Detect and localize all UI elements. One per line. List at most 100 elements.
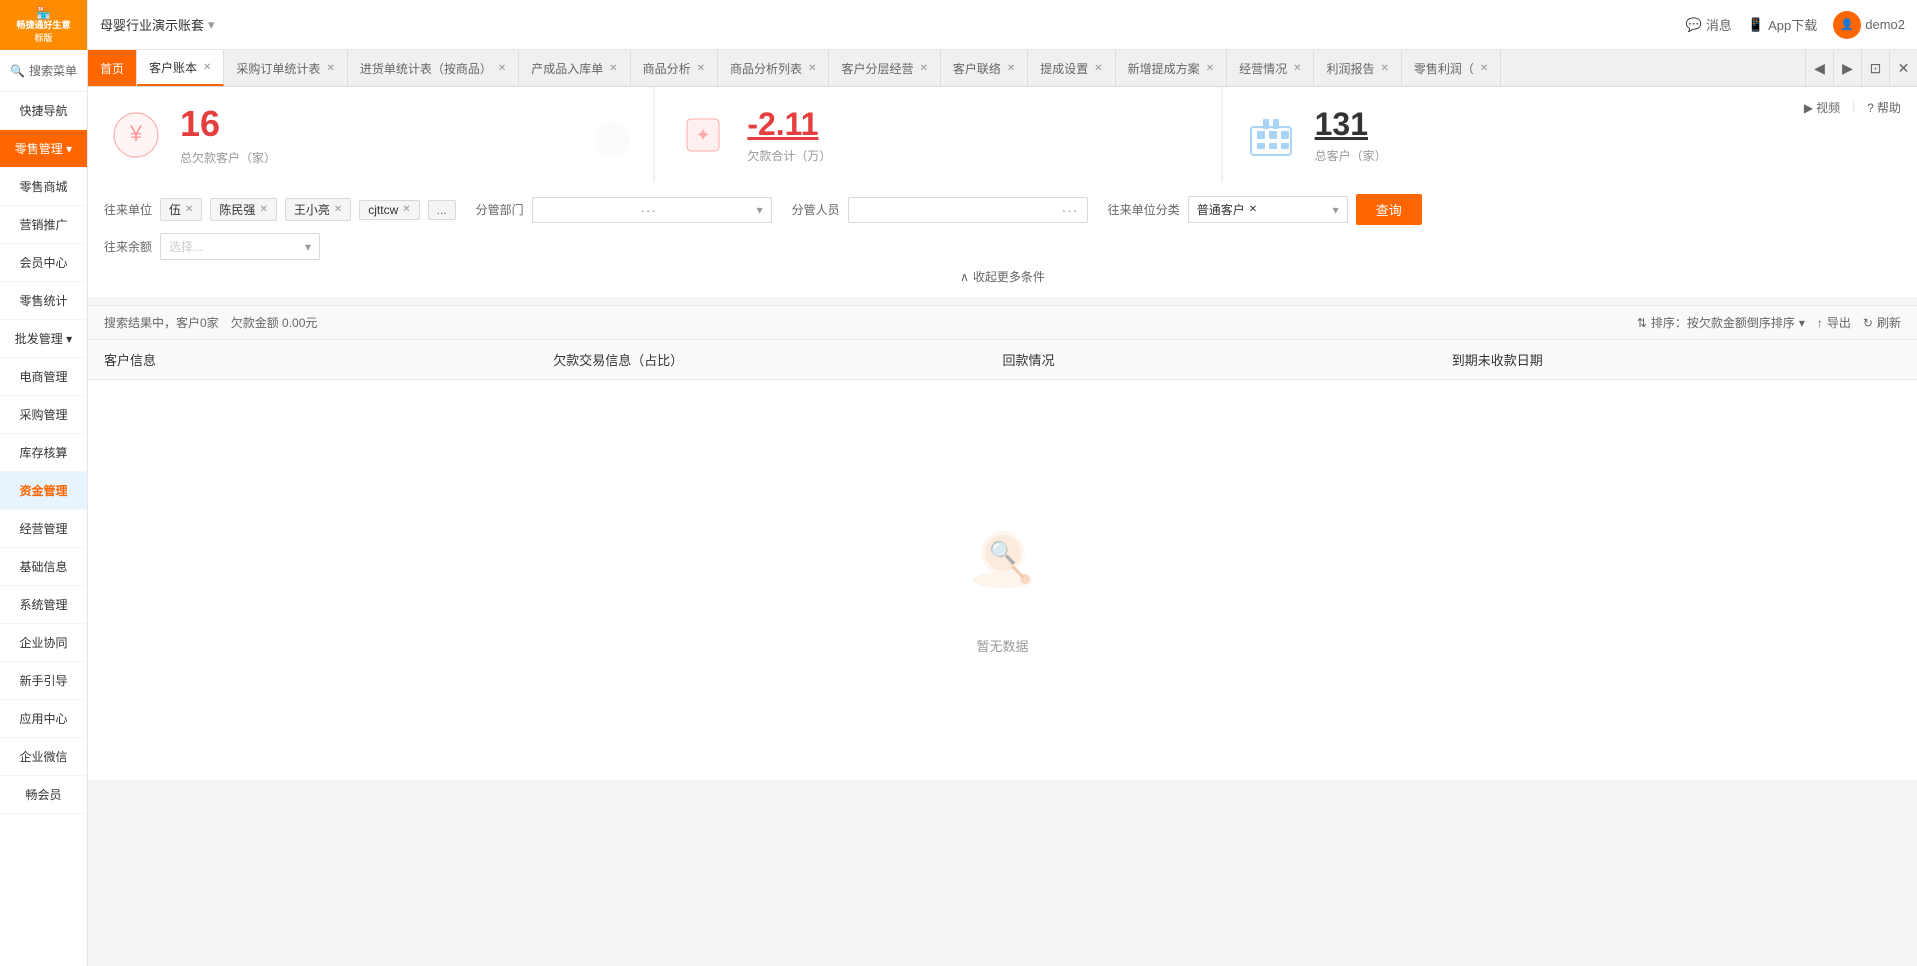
tab-profit-report-close[interactable]: ✕ — [1381, 63, 1389, 74]
sidebar-item-system[interactable]: 系统管理 — [0, 586, 87, 624]
tab-customer-segment-close[interactable]: ✕ — [919, 63, 927, 74]
category-tag-close[interactable]: ✕ — [1249, 204, 1257, 215]
tab-product-analysis[interactable]: 商品分析 ✕ — [631, 50, 718, 86]
help-link[interactable]: ? 帮助 — [1867, 99, 1901, 116]
collapse-button[interactable]: ∧ 收起更多条件 — [960, 268, 1045, 285]
tab-purchase-stats[interactable]: 进货单统计表（按商品） ✕ — [348, 50, 519, 86]
tab-customer-contact[interactable]: 客户联络 ✕ — [941, 50, 1028, 86]
search-button[interactable]: 查询 — [1356, 194, 1422, 225]
tab-product-inbound-close[interactable]: ✕ — [609, 63, 617, 74]
filter-tag-1-close[interactable]: ✕ — [185, 204, 193, 215]
tab-new-promotion[interactable]: 新增提成方案 ✕ — [1116, 50, 1227, 86]
filter-tag-2-close[interactable]: ✕ — [259, 204, 267, 215]
dept-select[interactable]: ··· ▾ — [532, 197, 772, 223]
sidebar-item-operations[interactable]: 经营管理 — [0, 510, 87, 548]
sidebar-item-wholesale[interactable]: 批发管理 ▾ — [0, 320, 87, 358]
tab-purchase-order-close[interactable]: ✕ — [326, 63, 334, 74]
category-select[interactable]: 普通客户 ✕ ▾ — [1188, 196, 1348, 223]
tab-product-analysis-list-close[interactable]: ✕ — [808, 63, 816, 74]
dept-more-dots[interactable]: ··· — [640, 202, 657, 218]
balance-select[interactable]: 选择... ▾ — [160, 233, 320, 260]
tab-home-label: 首页 — [100, 60, 124, 77]
tab-nav-buttons: ◀ ▶ ⊡ ✕ — [1805, 50, 1917, 86]
person-select[interactable]: ··· — [848, 197, 1088, 223]
stat-customers-label: 总欠款客户（家） — [180, 149, 276, 166]
result-bar: 搜索结果中，客户0家 欠款金额 0.00元 ⇅ 排序：按欠款金额倒序排序 ▾ ↑… — [88, 305, 1917, 340]
search-menu-button[interactable]: 🔍 搜索菜单 — [6, 58, 81, 83]
user-menu[interactable]: 👤 demo2 — [1833, 11, 1905, 39]
sidebar-item-retail[interactable]: 零售管理 ▾ — [0, 130, 87, 168]
sidebar-item-finance[interactable]: 资金管理 — [0, 472, 87, 510]
person-more-dots[interactable]: ··· — [1062, 202, 1079, 218]
filter-row-2: 往来余额 选择... ▾ — [104, 233, 1901, 260]
sidebar-item-ecommerce[interactable]: 电商管理 — [0, 358, 87, 396]
tab-customer-account-close[interactable]: ✕ — [203, 62, 211, 73]
tab-profit-report[interactable]: 利润报告 ✕ — [1314, 50, 1401, 86]
app-download-button[interactable]: 📱 App下载 — [1748, 15, 1817, 34]
tab-new-promotion-label: 新增提成方案 — [1128, 60, 1200, 77]
sidebar-item-marketing[interactable]: 营销推广 — [0, 206, 87, 244]
tab-home[interactable]: 首页 — [88, 50, 137, 86]
page-content: ¥ 16 总欠款客户（家） ● ✦ — [88, 87, 1917, 966]
tab-scroll-right[interactable]: ▶ — [1833, 50, 1861, 86]
account-selector[interactable]: 母婴行业演示账套 ▾ — [100, 15, 215, 34]
sidebar-item-quick-nav[interactable]: 快捷导航 — [0, 92, 87, 130]
tab-retail-profit[interactable]: 零售利润（ ✕ — [1402, 50, 1501, 86]
tab-product-analysis-close[interactable]: ✕ — [697, 63, 705, 74]
tabbar: 首页 客户账本 ✕ 采购订单统计表 ✕ 进货单统计表（按商品） ✕ 产成品入库单… — [88, 50, 1917, 87]
tab-close-all[interactable]: ✕ — [1889, 50, 1917, 86]
tab-scroll-left[interactable]: ◀ — [1805, 50, 1833, 86]
logo-icon: 🏪 — [36, 6, 51, 20]
tab-new-promotion-close[interactable]: ✕ — [1206, 63, 1214, 74]
sort-button[interactable]: ⇅ 排序：按欠款金额倒序排序 ▾ — [1637, 314, 1805, 331]
tab-product-inbound[interactable]: 产成品入库单 ✕ — [519, 50, 630, 86]
sidebar-item-retail-shop[interactable]: 零售商城 — [0, 168, 87, 206]
tab-business-situation-label: 经营情况 — [1239, 60, 1287, 77]
tab-purchase-order[interactable]: 采购订单统计表 ✕ — [224, 50, 347, 86]
tab-promotion-settings-close[interactable]: ✕ — [1094, 63, 1102, 74]
tab-customer-contact-close[interactable]: ✕ — [1007, 63, 1015, 74]
tab-retail-profit-close[interactable]: ✕ — [1480, 63, 1488, 74]
refresh-button[interactable]: ↻ 刷新 — [1863, 314, 1901, 331]
topbar-left: 母婴行业演示账套 ▾ — [100, 15, 215, 34]
refresh-icon: ↻ — [1863, 316, 1873, 330]
balance-filter-label: 往来余额 — [104, 238, 152, 255]
result-summary: 搜索结果中，客户0家 欠款金额 0.00元 — [104, 314, 317, 331]
sidebar-item-member[interactable]: 会员中心 — [0, 244, 87, 282]
tab-promotion-settings[interactable]: 提成设置 ✕ — [1028, 50, 1115, 86]
tab-business-situation-close[interactable]: ✕ — [1293, 63, 1301, 74]
empty-text: 暂无数据 — [976, 636, 1028, 655]
tab-customer-segment[interactable]: 客户分层经营 ✕ — [829, 50, 940, 86]
sidebar-item-retail-stats[interactable]: 零售统计 — [0, 282, 87, 320]
filter-tags-more[interactable]: ... — [428, 200, 456, 220]
tab-purchase-stats-close[interactable]: ✕ — [498, 63, 506, 74]
sidebar-item-new-guide[interactable]: 新手引导 — [0, 662, 87, 700]
tab-maximize[interactable]: ⊡ — [1861, 50, 1889, 86]
tab-customer-account[interactable]: 客户账本 ✕ — [137, 50, 224, 86]
sort-label: 排序：按欠款金额倒序排序 — [1651, 314, 1795, 331]
stat-customers-icon: ¥ — [108, 107, 164, 163]
message-button[interactable]: 💬 消息 — [1686, 15, 1732, 34]
export-button[interactable]: ↑ 导出 — [1817, 314, 1851, 331]
sidebar-item-purchase[interactable]: 采购管理 — [0, 396, 87, 434]
sidebar-item-enterprise-wechat[interactable]: 企业微信 — [0, 738, 87, 776]
video-link[interactable]: ▶ 视频 — [1804, 99, 1840, 116]
sort-icon: ⇅ — [1637, 316, 1647, 330]
tab-business-situation[interactable]: 经营情况 ✕ — [1227, 50, 1314, 86]
sidebar-item-member-plus[interactable]: 畅会员 — [0, 776, 87, 814]
svg-text:✦: ✦ — [696, 125, 711, 145]
sidebar: 🏪 畅捷通好生意 标版 🔍 搜索菜单 快捷导航 零售管理 ▾ 零售商城 营销推广… — [0, 0, 88, 966]
sidebar-item-app-center[interactable]: 应用中心 — [0, 700, 87, 738]
tab-product-analysis-list[interactable]: 商品分析列表 ✕ — [718, 50, 829, 86]
sidebar-item-basic-info[interactable]: 基础信息 — [0, 548, 87, 586]
stat-arrears: ✦ -2.11 欠款合计（万） — [655, 87, 1221, 182]
sidebar-item-enterprise-coop[interactable]: 企业协同 — [0, 624, 87, 662]
sidebar-item-inventory[interactable]: 库存核算 — [0, 434, 87, 472]
filter-tag-4-close[interactable]: ✕ — [402, 204, 410, 215]
filter-tag-3-close[interactable]: ✕ — [334, 204, 342, 215]
download-icon: 📱 — [1748, 17, 1764, 33]
stats-right-links: ▶ 视频 | ? 帮助 — [1788, 87, 1917, 182]
tab-purchase-order-label: 采购订单统计表 — [236, 60, 320, 77]
category-filter-label: 往来单位分类 — [1108, 201, 1180, 218]
category-dropdown-arrow: ▾ — [1333, 203, 1339, 217]
